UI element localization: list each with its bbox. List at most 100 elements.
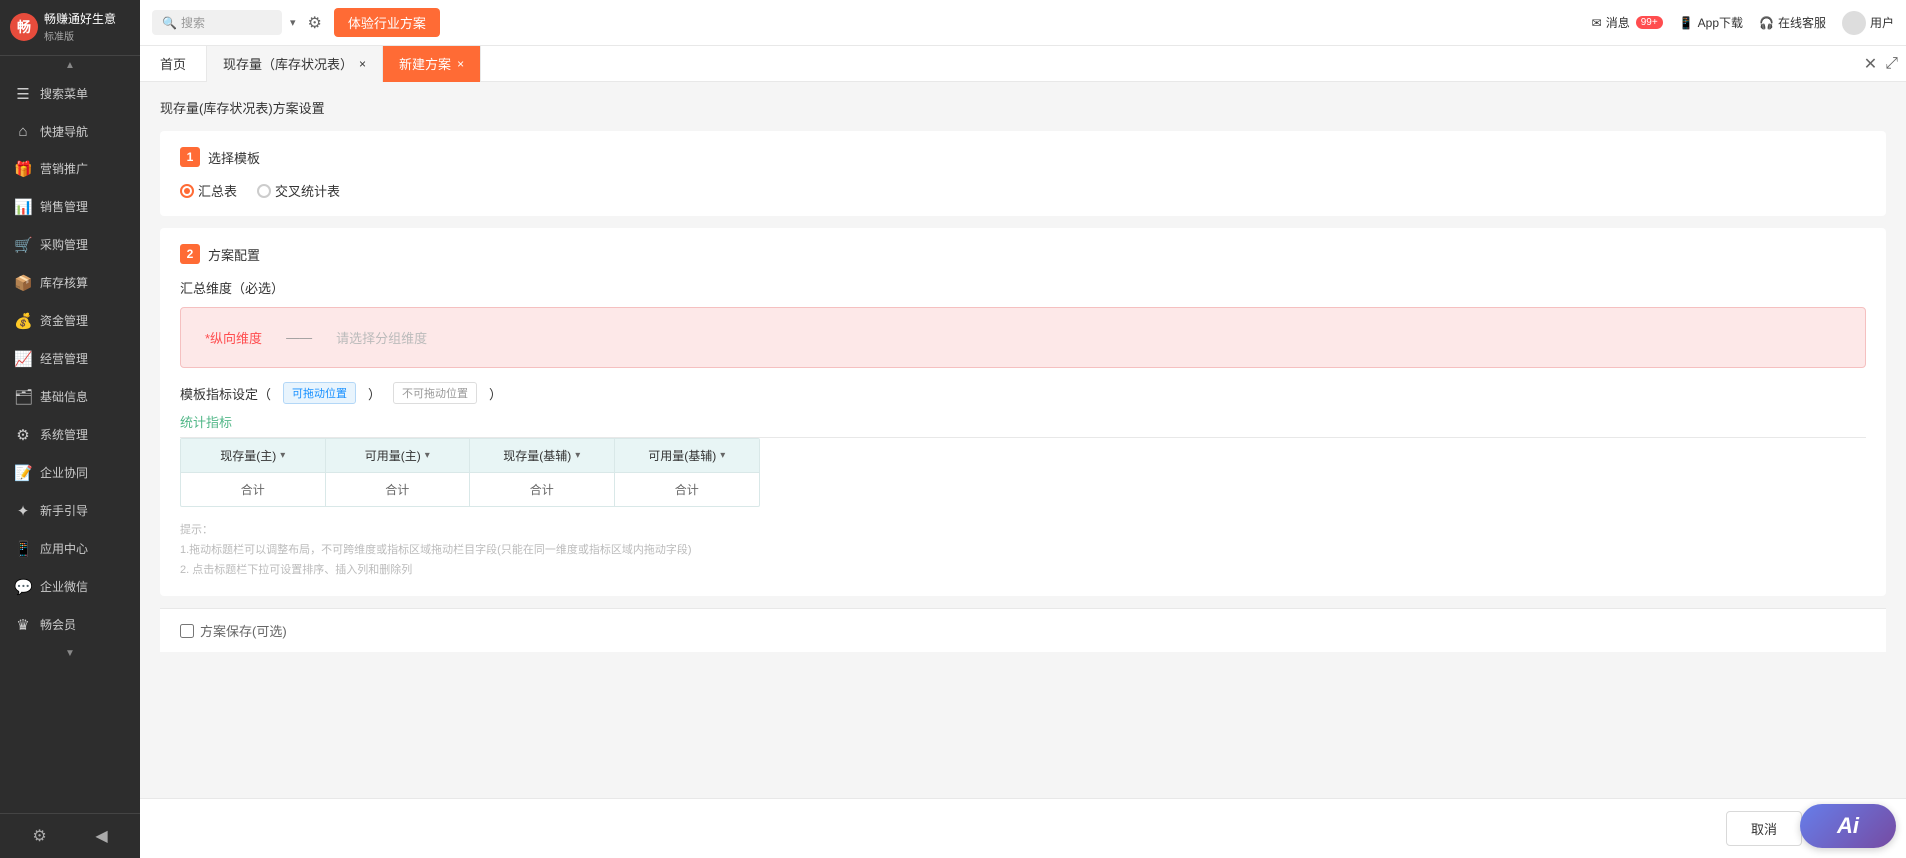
tabs-close-all-icon[interactable]: ✕ — [1864, 54, 1877, 74]
sidebar-scroll-down[interactable]: ▼ — [0, 644, 140, 663]
dimension-box[interactable]: *纵向维度 —— 请选择分组维度 — [180, 307, 1866, 368]
stats-th-0-label: 现存量(主) — [220, 447, 276, 464]
tab-new-plan[interactable]: 新建方案 × — [383, 46, 481, 82]
user-menu-button[interactable]: 用户 — [1842, 11, 1894, 35]
indicators-end-paren: ） — [489, 384, 502, 403]
tabs-controls: ✕ ⤢ — [1856, 54, 1906, 74]
app-download-button[interactable]: 📱 App下载 — [1679, 14, 1743, 31]
radio-cross-label: 交叉统计表 — [275, 181, 340, 200]
save-plan-label: 方案保存(可选) — [200, 621, 287, 640]
cancel-button[interactable]: 取消 — [1726, 811, 1802, 846]
chevron-down-icon-1: ▾ — [425, 450, 430, 461]
stats-th-2-label: 现存量(基辅) — [503, 447, 571, 464]
indicators-close-paren: ） — [368, 384, 381, 403]
sidebar: 畅 畅赚通好生意 标准版 ▲ ☰ 搜索菜单 ⌂ 快捷导航 🎁 营销推广 📊 销售… — [0, 0, 140, 858]
sidebar-item-label: 基础信息 — [40, 388, 88, 405]
trend-icon: 📈 — [14, 350, 32, 368]
sidebar-item-finance-mgmt[interactable]: 💰 资金管理 — [0, 302, 140, 340]
sidebar-item-ops-mgmt[interactable]: 📈 经营管理 — [0, 340, 140, 378]
tab-new-plan-close-icon[interactable]: × — [457, 57, 464, 71]
chevron-down-icon-3: ▾ — [720, 450, 725, 461]
step1-badge: 1 — [180, 147, 200, 167]
sidebar-item-label: 资金管理 — [40, 312, 88, 329]
sidebar-item-inventory-check[interactable]: 📦 库存核算 — [0, 264, 140, 302]
sidebar-item-purchase-mgmt[interactable]: 🛒 采购管理 — [0, 226, 140, 264]
file-icon: 🗂 — [14, 388, 32, 406]
template-radio-group: 汇总表 交叉统计表 — [180, 181, 1866, 200]
sidebar-item-sales-mgmt[interactable]: 📊 销售管理 — [0, 188, 140, 226]
save-plan-checkbox[interactable] — [180, 624, 194, 638]
sidebar-item-label: 经营管理 — [40, 350, 88, 367]
stats-th-0[interactable]: 现存量(主) ▾ — [181, 439, 326, 472]
sidebar-scroll-up[interactable]: ▲ — [0, 56, 140, 75]
dropdown-icon[interactable]: ▾ — [290, 16, 296, 29]
topbar: 🔍 搜索 ▾ ⚙ 体验行业方案 ✉ 消息 99+ 📱 App下载 🎧 在线客服 … — [140, 0, 1906, 46]
topbar-search[interactable]: 🔍 搜索 — [152, 10, 282, 35]
radio-cross-table[interactable]: 交叉统计表 — [257, 181, 340, 200]
dim-required-star: *纵向维度 — [205, 328, 262, 347]
settings-icon[interactable]: ⚙ — [28, 822, 50, 850]
collapse-icon[interactable]: ◀ — [91, 822, 111, 850]
radio-cross-circle — [257, 184, 271, 198]
topbar-gear-icon[interactable]: ⚙ — [308, 13, 322, 33]
search-text: 搜索 — [181, 14, 205, 31]
stats-th-1[interactable]: 可用量(主) ▾ — [326, 439, 471, 472]
step1-header: 1 选择模板 — [180, 147, 1866, 167]
notification-badge: 99+ — [1636, 16, 1663, 29]
stats-th-1-label: 可用量(主) — [365, 447, 421, 464]
stats-td-0-2: 合计 — [470, 473, 615, 506]
step2-header: 2 方案配置 — [180, 244, 1866, 264]
stats-th-2[interactable]: 现存量(基辅) ▾ — [470, 439, 615, 472]
app-download-label: App下载 — [1698, 14, 1743, 31]
step2-title: 方案配置 — [208, 245, 260, 264]
sidebar-item-new-guide[interactable]: ✦ 新手引导 — [0, 492, 140, 530]
indicators-config: 模板指标设定（ 可拖动位置 ） 不可拖动位置 ） 统计指标 现存量(主) ▾ — [180, 382, 1866, 580]
stats-th-3[interactable]: 可用量(基辅) ▾ — [615, 439, 760, 472]
ai-bubble[interactable]: Ai — [1800, 804, 1896, 848]
stats-table-row-0: 合计 合计 合计 合计 — [181, 472, 759, 506]
home-icon: ⌂ — [14, 123, 32, 140]
tabs-expand-icon[interactable]: ⤢ — [1885, 55, 1898, 73]
sidebar-item-quick-nav[interactable]: ⌂ 快捷导航 — [0, 113, 140, 150]
radio-summary-table[interactable]: 汇总表 — [180, 181, 237, 200]
mobile-icon: 📱 — [14, 540, 32, 558]
radio-summary-circle — [180, 184, 194, 198]
tab-inventory-close-icon[interactable]: × — [359, 57, 366, 71]
sidebar-item-label: 快捷导航 — [40, 123, 88, 140]
sidebar-item-sys-mgmt[interactable]: ⚙ 系统管理 — [0, 416, 140, 454]
box-icon: 📦 — [14, 274, 32, 292]
sidebar-item-search-menu[interactable]: ☰ 搜索菜单 — [0, 75, 140, 113]
footer-bar: 取消 查询 — [140, 798, 1906, 858]
stats-td-0-0: 合计 — [181, 473, 326, 506]
sidebar-item-label: 企业微信 — [40, 578, 88, 595]
tip-item-0: 1.拖动标题栏可以调整布局，不可跨维度或指标区域拖动栏目字段(只能在同一维度或指… — [180, 541, 1866, 561]
notifications-button[interactable]: ✉ 消息 99+ — [1592, 14, 1663, 31]
sidebar-item-label: 采购管理 — [40, 236, 88, 253]
sidebar-item-corp-wechat[interactable]: 💬 企业微信 — [0, 568, 140, 606]
stats-table: 现存量(主) ▾ 可用量(主) ▾ 现存量(基辅) ▾ — [180, 438, 760, 507]
tab-inventory-status[interactable]: 现存量（库存状况表） × — [207, 46, 383, 82]
dim-dash: —— — [286, 330, 312, 345]
avatar — [1842, 11, 1866, 35]
username-label: 用户 — [1870, 14, 1894, 31]
sidebar-item-app-center[interactable]: 📱 应用中心 — [0, 530, 140, 568]
star-icon: ✦ — [14, 502, 32, 520]
page-title: 现存量(库存状况表)方案设置 — [160, 98, 1886, 117]
sidebar-bottom: ⚙ ◀ — [0, 813, 140, 858]
online-service-button[interactable]: 🎧 在线客服 — [1759, 14, 1826, 31]
app-name: 畅赚通好生意 — [44, 12, 116, 28]
gift-icon: 🎁 — [14, 160, 32, 178]
sidebar-item-label: 畅会员 — [40, 616, 76, 633]
dim-required-label: 汇总维度（必选） — [180, 278, 1866, 297]
notifications-label: 消息 — [1606, 14, 1630, 31]
sidebar-item-marketing[interactable]: 🎁 营销推广 — [0, 150, 140, 188]
tab-home[interactable]: 首页 — [140, 46, 207, 82]
sidebar-item-basic-info[interactable]: 🗂 基础信息 — [0, 378, 140, 416]
trial-industry-button[interactable]: 体验行业方案 — [334, 8, 440, 37]
sidebar-item-vip[interactable]: ♛ 畅会员 — [0, 606, 140, 644]
dim-placeholder: 请选择分组维度 — [336, 328, 427, 347]
sidebar-item-corp-agreement[interactable]: 📝 企业协同 — [0, 454, 140, 492]
save-plan-row: 方案保存(可选) — [160, 608, 1886, 652]
tab-new-plan-label: 新建方案 — [399, 54, 451, 73]
stats-td-0-3: 合计 — [615, 473, 760, 506]
